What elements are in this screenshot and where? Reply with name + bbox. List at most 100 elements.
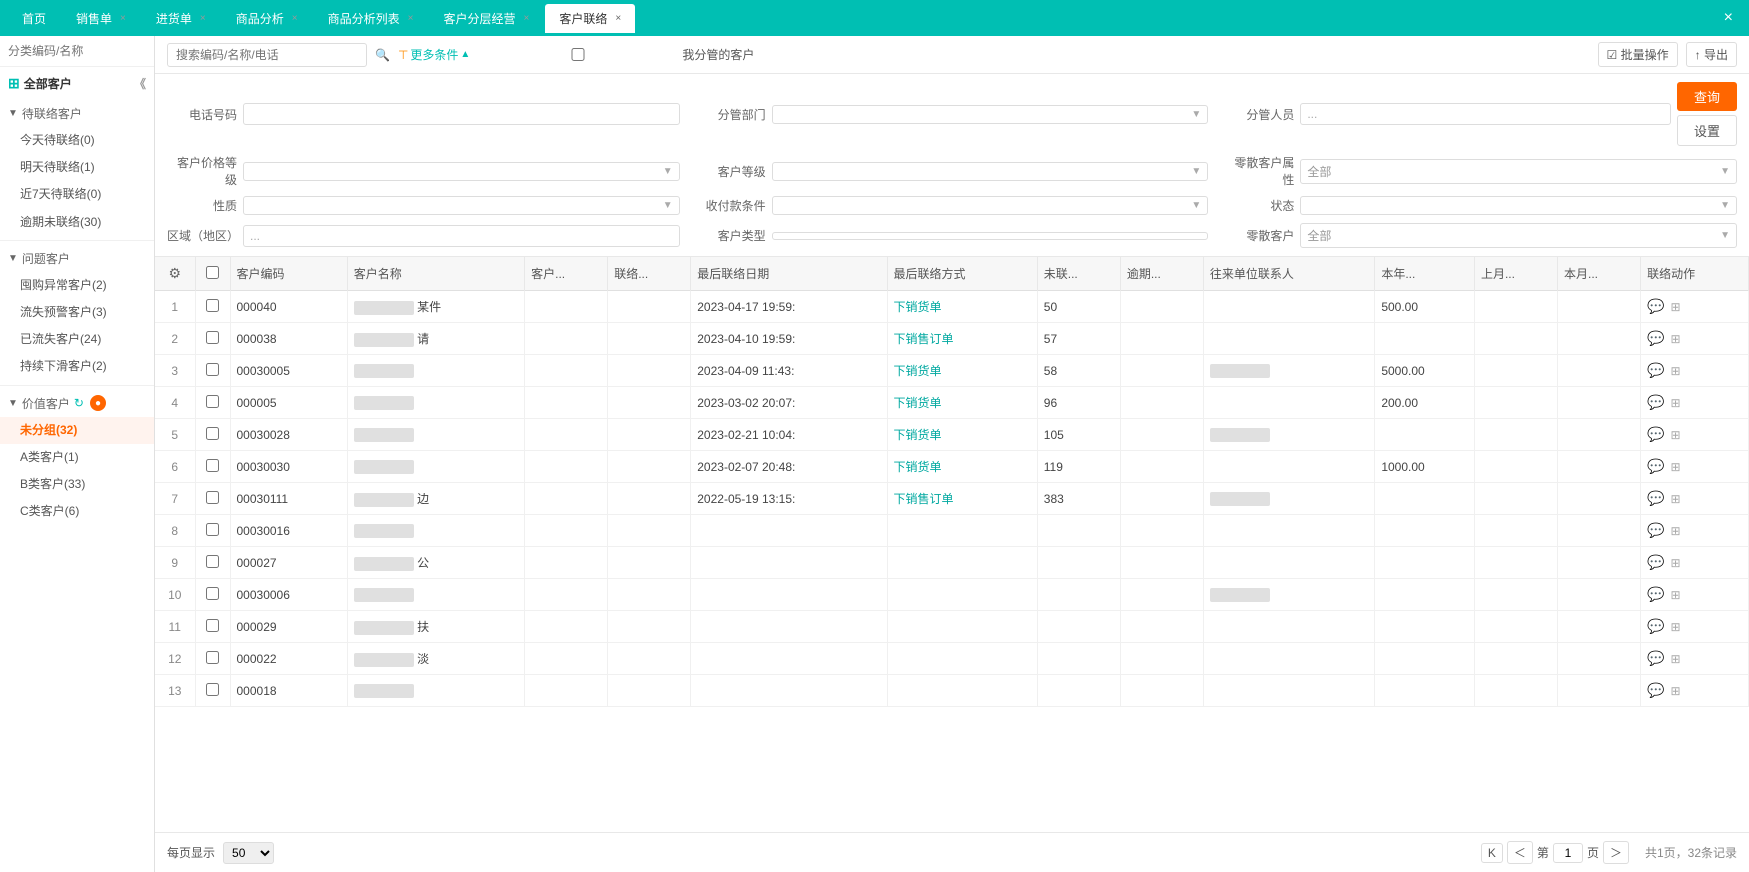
sidebar-item-churned[interactable]: 已流失客户(24) bbox=[0, 326, 154, 353]
last-method-link[interactable]: 下销货单 bbox=[894, 396, 942, 410]
sidebar-item-churn-warning[interactable]: 流失预警客户(3) bbox=[0, 299, 154, 326]
prev-page-btn[interactable]: ＜ bbox=[1507, 841, 1533, 864]
comment-icon[interactable]: 💬 bbox=[1647, 330, 1664, 347]
row-checkbox[interactable] bbox=[206, 459, 219, 472]
row-checkbox[interactable] bbox=[206, 363, 219, 376]
all-customers-header[interactable]: ⊞ 全部客户 《 bbox=[0, 67, 154, 100]
grid-icon[interactable]: ⊞ bbox=[1671, 428, 1681, 442]
search-input[interactable] bbox=[167, 43, 367, 67]
last-method-link[interactable]: 下销货单 bbox=[894, 460, 942, 474]
customer-level-select[interactable]: ▼ bbox=[772, 162, 1209, 181]
sidebar-search-input[interactable] bbox=[8, 44, 155, 58]
row-checkbox[interactable] bbox=[206, 651, 219, 664]
last-method-link[interactable]: 下销售订单 bbox=[894, 332, 954, 346]
reset-btn[interactable]: 设置 bbox=[1677, 115, 1737, 146]
grid-icon[interactable]: ⊞ bbox=[1671, 300, 1681, 314]
person-select[interactable]: ... bbox=[1300, 103, 1671, 125]
grid-icon[interactable]: ⊞ bbox=[1671, 524, 1681, 538]
nav-sales[interactable]: 销售单 × bbox=[62, 4, 140, 33]
grid-icon[interactable]: ⊞ bbox=[1671, 332, 1681, 346]
nav-purchase-close[interactable]: × bbox=[200, 13, 206, 24]
sidebar-item-overdue[interactable]: 逾期未联络(30) bbox=[0, 209, 154, 236]
nav-sales-close[interactable]: × bbox=[120, 13, 126, 24]
settings-icon[interactable]: ⚙ bbox=[168, 265, 181, 281]
row-checkbox[interactable] bbox=[206, 523, 219, 536]
nav-customer-mgmt[interactable]: 客户分层经营 × bbox=[429, 4, 543, 33]
comment-icon[interactable]: 💬 bbox=[1647, 682, 1664, 699]
comment-icon[interactable]: 💬 bbox=[1647, 298, 1664, 315]
sidebar-item-today[interactable]: 今天待联络(0) bbox=[0, 127, 154, 154]
comment-icon[interactable]: 💬 bbox=[1647, 586, 1664, 603]
nav-customer-contact[interactable]: 客户联络 × bbox=[545, 4, 635, 33]
sidebar-item-7days[interactable]: 近7天待联络(0) bbox=[0, 181, 154, 208]
retail-attr-select[interactable]: 全部 ▼ bbox=[1300, 159, 1737, 184]
retail-select[interactable]: 全部 ▼ bbox=[1300, 223, 1737, 248]
comment-icon[interactable]: 💬 bbox=[1647, 458, 1664, 475]
grid-icon[interactable]: ⊞ bbox=[1671, 556, 1681, 570]
nav-analysis-list-close[interactable]: × bbox=[408, 13, 414, 24]
refresh-icon[interactable]: ↻ bbox=[74, 396, 84, 410]
next-page-btn[interactable]: ＞ bbox=[1603, 841, 1629, 864]
last-method-link[interactable]: 下销货单 bbox=[894, 428, 942, 442]
last-method-link[interactable]: 下销货单 bbox=[894, 364, 942, 378]
status-select[interactable]: ▼ bbox=[1300, 196, 1737, 215]
grid-icon[interactable]: ⊞ bbox=[1671, 652, 1681, 666]
comment-icon[interactable]: 💬 bbox=[1647, 394, 1664, 411]
phone-input[interactable] bbox=[243, 103, 680, 125]
property-select[interactable]: ▼ bbox=[243, 196, 680, 215]
sidebar-collapse-btn[interactable]: 《 bbox=[134, 75, 146, 92]
my-customers-checkbox-label[interactable]: 我分管的客户 bbox=[478, 46, 754, 63]
sidebar-group-problem[interactable]: ▼ 问题客户 bbox=[0, 245, 154, 272]
row-checkbox[interactable] bbox=[206, 331, 219, 344]
sidebar-item-hoarding[interactable]: 囤购异常客户(2) bbox=[0, 272, 154, 299]
select-all-checkbox[interactable] bbox=[206, 266, 219, 279]
more-conditions-btn[interactable]: ⊤ 更多条件 ▲ bbox=[398, 46, 470, 63]
nav-analysis-close[interactable]: × bbox=[292, 13, 298, 24]
page-size-select[interactable]: 50 100 200 bbox=[223, 842, 274, 864]
last-method-link[interactable]: 下销货单 bbox=[894, 300, 942, 314]
grid-icon[interactable]: ⊞ bbox=[1671, 364, 1681, 378]
row-checkbox[interactable] bbox=[206, 619, 219, 632]
sidebar-item-unclassified[interactable]: 未分组(32) bbox=[0, 417, 154, 444]
price-level-select[interactable]: ▼ bbox=[243, 162, 680, 181]
sidebar-item-b-class[interactable]: B类客户(33) bbox=[0, 471, 154, 498]
nav-analysis-list[interactable]: 商品分析列表 × bbox=[314, 4, 428, 33]
th-settings[interactable]: ⚙ bbox=[155, 257, 195, 291]
comment-icon[interactable]: 💬 bbox=[1647, 522, 1664, 539]
grid-icon[interactable]: ⊞ bbox=[1671, 492, 1681, 506]
area-select[interactable]: ... bbox=[243, 225, 680, 247]
row-checkbox[interactable] bbox=[206, 427, 219, 440]
comment-icon[interactable]: 💬 bbox=[1647, 362, 1664, 379]
sidebar-group-waiting[interactable]: ▼ 待联络客户 bbox=[0, 100, 154, 127]
page-input[interactable] bbox=[1553, 843, 1583, 863]
row-checkbox[interactable] bbox=[206, 555, 219, 568]
nav-customer-mgmt-close[interactable]: × bbox=[523, 13, 529, 24]
my-customers-checkbox[interactable] bbox=[478, 48, 678, 61]
row-checkbox[interactable] bbox=[206, 491, 219, 504]
row-checkbox[interactable] bbox=[206, 587, 219, 600]
customer-type-select[interactable] bbox=[772, 232, 1209, 240]
comment-icon[interactable]: 💬 bbox=[1647, 618, 1664, 635]
sidebar-item-c-class[interactable]: C类客户(6) bbox=[0, 498, 154, 525]
window-close-icon[interactable]: × bbox=[1716, 9, 1741, 27]
first-page-btn[interactable]: K bbox=[1481, 843, 1503, 863]
sidebar-item-declining[interactable]: 持续下滑客户(2) bbox=[0, 353, 154, 380]
grid-icon[interactable]: ⊞ bbox=[1671, 620, 1681, 634]
comment-icon[interactable]: 💬 bbox=[1647, 554, 1664, 571]
nav-analysis[interactable]: 商品分析 × bbox=[222, 4, 312, 33]
comment-icon[interactable]: 💬 bbox=[1647, 490, 1664, 507]
nav-home[interactable]: 首页 bbox=[8, 4, 60, 33]
last-method-link[interactable]: 下销售订单 bbox=[894, 492, 954, 506]
export-btn[interactable]: ↑ 导出 bbox=[1686, 42, 1737, 67]
row-checkbox[interactable] bbox=[206, 683, 219, 696]
comment-icon[interactable]: 💬 bbox=[1647, 426, 1664, 443]
nav-purchase[interactable]: 进货单 × bbox=[142, 4, 220, 33]
row-checkbox[interactable] bbox=[206, 299, 219, 312]
batch-op-btn[interactable]: ☑ 批量操作 bbox=[1598, 42, 1678, 67]
grid-icon[interactable]: ⊞ bbox=[1671, 396, 1681, 410]
grid-icon[interactable]: ⊞ bbox=[1671, 684, 1681, 698]
grid-icon[interactable]: ⊞ bbox=[1671, 588, 1681, 602]
search-icon[interactable]: 🔍 bbox=[375, 48, 390, 62]
row-checkbox[interactable] bbox=[206, 395, 219, 408]
grid-icon[interactable]: ⊞ bbox=[1671, 460, 1681, 474]
